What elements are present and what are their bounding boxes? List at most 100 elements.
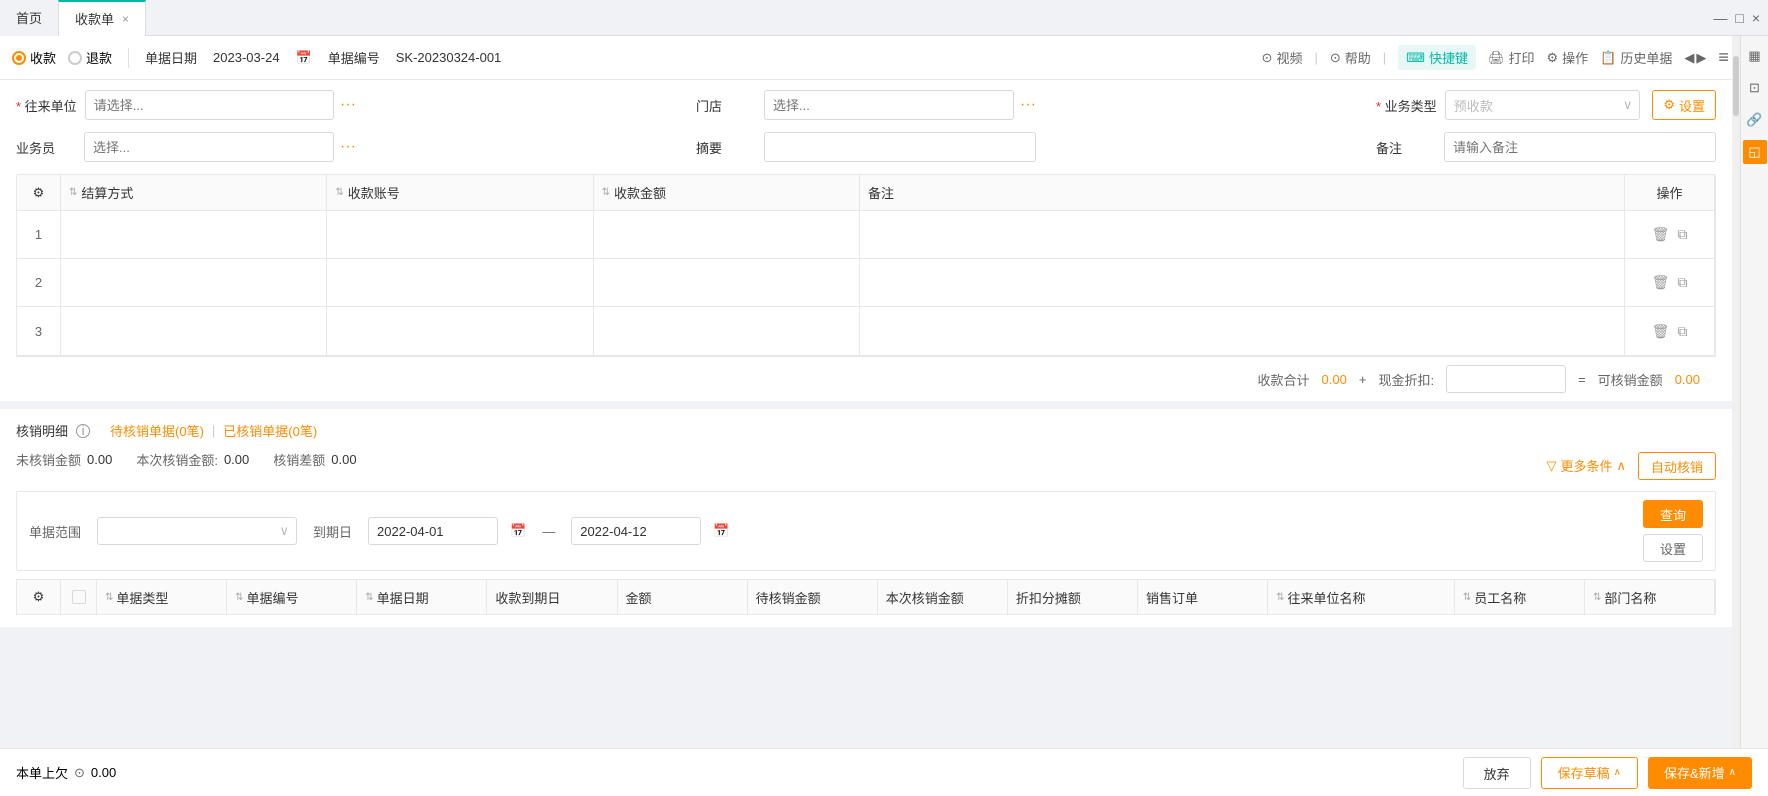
remark-field: 备注 bbox=[1376, 132, 1716, 162]
row-2-copy-icon[interactable]: ⧉ bbox=[1677, 274, 1687, 291]
summary-bar: 收款合计 0.00 + 现金折扣: = 可核销金额 0.00 bbox=[16, 356, 1716, 401]
sub-th-order-label: 销售订单 bbox=[1146, 588, 1198, 607]
row-1-copy-icon[interactable]: ⧉ bbox=[1677, 226, 1687, 243]
stat-unchecked-value: 0.00 bbox=[87, 452, 112, 467]
toolbar: 收款 退款 单据日期 2023-03-24 📅 单据编号 SK-20230324… bbox=[0, 36, 1768, 80]
calendar-icon[interactable]: 📅 bbox=[296, 50, 312, 66]
shortcut-action[interactable]: ⌨ 快捷键 bbox=[1398, 45, 1476, 70]
close-window-icon[interactable]: × bbox=[1752, 10, 1760, 26]
sidebar-icon-4[interactable]: ◱ bbox=[1743, 140, 1767, 164]
nav-prev-icon[interactable]: ◀ bbox=[1684, 50, 1694, 66]
ops-action[interactable]: ⚙ 操作 bbox=[1546, 48, 1588, 67]
row-3-account[interactable] bbox=[327, 307, 593, 355]
shop-label: 门店 bbox=[696, 96, 756, 115]
row-3-settlement[interactable] bbox=[61, 307, 327, 355]
discard-btn[interactable]: 放弃 bbox=[1463, 757, 1531, 789]
bottom-bar: 本单上欠 ⊙ 0.00 放弃 保存草稿 ∧ 保存&新增 ∧ bbox=[0, 748, 1768, 796]
tab-home[interactable]: 首页 bbox=[0, 0, 58, 36]
tab-pending[interactable]: 待核销单据(0笔) bbox=[110, 421, 204, 440]
query-btn[interactable]: 查询 bbox=[1643, 500, 1703, 528]
due-to-input[interactable]: 2022-04-12 bbox=[571, 517, 701, 545]
print-action[interactable]: 🖨 打印 bbox=[1488, 48, 1535, 67]
history-action[interactable]: 📋 历史单据 bbox=[1600, 48, 1672, 67]
th-settlement: ⇅ 结算方式 bbox=[61, 175, 327, 211]
radio-receipt-dot bbox=[12, 51, 26, 65]
row-3-amount[interactable] bbox=[594, 307, 860, 355]
stat-this-value: 0.00 bbox=[224, 452, 249, 467]
party-input[interactable] bbox=[85, 90, 334, 120]
radio-refund[interactable]: 退款 bbox=[68, 48, 112, 67]
filter-setting-btn[interactable]: 设置 bbox=[1643, 534, 1703, 562]
row-1-num: 1 bbox=[35, 227, 42, 242]
save-new-btn[interactable]: 保存&新增 ∧ bbox=[1648, 757, 1752, 789]
sub-table-header: ⚙ ⇅ 单据类型 ⇅ 单据编号 ⇅ 单据日期 收款到期日 金额 待核销金额 本次… bbox=[16, 579, 1716, 615]
table-header: ⚙ ⇅ 结算方式 ⇅ 收款账号 ⇅ 收款金额 备注 操作 bbox=[17, 175, 1715, 211]
cal-to-icon[interactable]: 📅 bbox=[713, 523, 729, 539]
row-2-settlement[interactable] bbox=[61, 259, 327, 307]
shop-input[interactable] bbox=[764, 90, 1014, 120]
shop-more-icon[interactable]: ··· bbox=[1020, 97, 1036, 113]
biz-input[interactable]: 预收款 bbox=[1445, 90, 1641, 120]
row-2-ops: 🗑 ⧉ bbox=[1625, 259, 1715, 307]
row-2-account[interactable] bbox=[327, 259, 593, 307]
row-1-remark[interactable] bbox=[860, 211, 1625, 259]
remark-input[interactable] bbox=[1444, 132, 1716, 162]
tab-done[interactable]: 已核销单据(0笔) bbox=[223, 421, 317, 440]
summary-input[interactable] bbox=[764, 132, 1036, 162]
row-2-remark[interactable] bbox=[860, 259, 1625, 307]
row-2-amount[interactable] bbox=[594, 259, 860, 307]
range-select[interactable] bbox=[97, 517, 297, 545]
discount-label: 现金折扣: bbox=[1378, 370, 1434, 389]
radio-receipt[interactable]: 收款 bbox=[12, 48, 56, 67]
row-1-delete-icon[interactable]: 🗑 bbox=[1652, 226, 1670, 243]
row-1-amount[interactable] bbox=[594, 211, 860, 259]
row-3-remark[interactable] bbox=[860, 307, 1625, 355]
sub-th-check[interactable] bbox=[61, 579, 97, 615]
row-1-settlement[interactable] bbox=[61, 211, 327, 259]
sub-th-employee-label: 员工名称 bbox=[1474, 588, 1526, 607]
scrollbar[interactable] bbox=[1732, 36, 1740, 796]
date-value[interactable]: 2023-03-24 bbox=[213, 50, 280, 65]
save-draft-btn[interactable]: 保存草稿 ∧ bbox=[1541, 757, 1638, 789]
range-field: 单据范围 ∨ bbox=[29, 517, 297, 545]
staff-input[interactable] bbox=[84, 132, 334, 162]
nav-next-icon[interactable]: ▶ bbox=[1696, 50, 1706, 66]
help-action[interactable]: ⊙ 帮助 bbox=[1330, 48, 1371, 67]
tab-close-icon[interactable]: × bbox=[122, 12, 129, 26]
minimize-icon[interactable]: — bbox=[1713, 10, 1727, 26]
sidebar-icon-3[interactable]: 🔗 bbox=[1743, 108, 1767, 132]
party-more-icon[interactable]: ··· bbox=[340, 97, 356, 113]
filter-row: 单据范围 ∨ 到期日 2022-04-01 📅 — 2022-04-12 📅 查… bbox=[16, 491, 1716, 571]
doc-value[interactable]: SK-20230324-001 bbox=[396, 50, 502, 65]
receipt-table: ⚙ ⇅ 结算方式 ⇅ 收款账号 ⇅ 收款金额 备注 操作 1 bbox=[16, 174, 1716, 356]
staff-more-icon[interactable]: ··· bbox=[340, 139, 356, 155]
view-list-icon[interactable]: ≡ bbox=[1718, 47, 1729, 68]
row-num-2: 2 bbox=[17, 259, 61, 307]
reconcile-info-icon[interactable]: i bbox=[76, 424, 90, 438]
row-3-copy-icon[interactable]: ⧉ bbox=[1677, 323, 1687, 340]
due-from-input[interactable]: 2022-04-01 bbox=[368, 517, 498, 545]
row-1-account[interactable] bbox=[327, 211, 593, 259]
table-row: 2 🗑 ⧉ bbox=[17, 259, 1715, 307]
sub-th-gear[interactable]: ⚙ bbox=[17, 579, 61, 615]
bottom-stat-label: 本单上欠 bbox=[16, 763, 68, 782]
sub-th-this-label: 本次核销金额 bbox=[886, 588, 964, 607]
tab-bar: 首页 收款单 × — □ × bbox=[0, 0, 1768, 36]
tab-receipt[interactable]: 收款单 × bbox=[58, 0, 146, 36]
th-gear[interactable]: ⚙ bbox=[17, 175, 61, 211]
bottom-stat-icon[interactable]: ⊙ bbox=[74, 765, 85, 781]
row-2-delete-icon[interactable]: 🗑 bbox=[1652, 274, 1670, 291]
scrollbar-thumb[interactable] bbox=[1733, 56, 1739, 116]
row-3-delete-icon[interactable]: 🗑 bbox=[1652, 323, 1670, 340]
settings-button[interactable]: ⚙ 设置 bbox=[1652, 90, 1716, 120]
auto-reconcile-btn[interactable]: 自动核销 bbox=[1638, 452, 1716, 480]
row-3-num: 3 bbox=[35, 324, 42, 339]
discount-input[interactable] bbox=[1446, 365, 1566, 393]
sidebar-icon-1[interactable]: ▦ bbox=[1743, 44, 1767, 68]
sidebar-icon-2[interactable]: ⊡ bbox=[1743, 76, 1767, 100]
more-conditions-btn[interactable]: ▽ 更多条件 ∧ bbox=[1546, 456, 1626, 475]
maximize-icon[interactable]: □ bbox=[1735, 10, 1743, 26]
video-action[interactable]: ⊙ 视频 bbox=[1262, 48, 1303, 67]
select-all-checkbox[interactable] bbox=[72, 590, 86, 604]
cal-from-icon[interactable]: 📅 bbox=[510, 523, 526, 539]
